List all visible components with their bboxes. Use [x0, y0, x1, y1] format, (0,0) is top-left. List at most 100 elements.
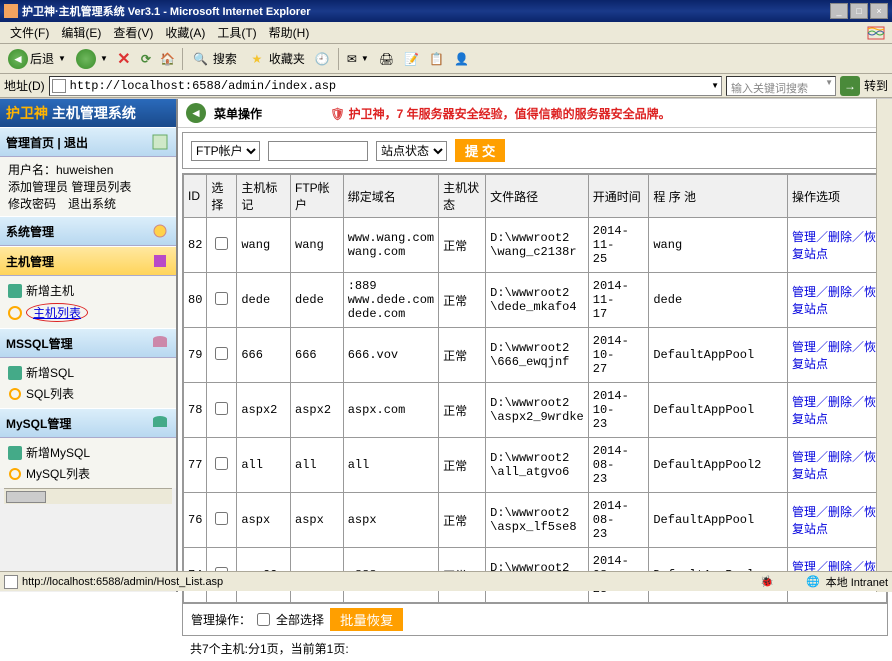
- statusbar: http://localhost:6588/admin/Host_List.as…: [0, 571, 892, 591]
- row-checkbox[interactable]: [215, 457, 228, 470]
- table-row: 78aspx2aspx2aspx.com正常D:\wwwroot2\aspx2_…: [184, 383, 887, 438]
- row-actions[interactable]: 管理／删除／恢复站点: [792, 286, 876, 317]
- list-icon: [8, 387, 22, 401]
- menu-help[interactable]: 帮助(H): [263, 22, 316, 43]
- print-button[interactable]: 🖨: [375, 50, 398, 68]
- sidebar-item-add-mysql[interactable]: 新增MySQL: [8, 442, 168, 463]
- go-label: 转到: [864, 77, 888, 94]
- table-row: 82wangwangwww.wang.comwang.com正常D:\wwwro…: [184, 218, 887, 273]
- home-button[interactable]: 🏠: [158, 49, 178, 69]
- table-header: 程 序 池: [649, 175, 788, 218]
- table-row: 79666666666.vov正常D:\wwwroot2\666_ewqjnf2…: [184, 328, 887, 383]
- keyword-search[interactable]: 输入关键词搜索▼: [726, 76, 836, 96]
- section-home-body: 用户名：huweishen 添加管理员 管理员列表 修改密码 退出系统: [0, 157, 176, 216]
- history-button[interactable]: 🕘: [311, 50, 334, 68]
- chevron-down-icon[interactable]: ▼: [711, 81, 719, 90]
- add-icon: [8, 366, 22, 380]
- menu-file[interactable]: 文件(F): [4, 22, 55, 43]
- page-icon: [4, 575, 18, 589]
- back-icon: ◄: [8, 49, 28, 69]
- batch-restore-button[interactable]: 批量恢复: [330, 608, 403, 631]
- account-type-select[interactable]: FTP帐户: [191, 141, 260, 161]
- sidebar-item-mysql-list[interactable]: MySQL列表: [8, 463, 168, 484]
- database-icon: [150, 333, 170, 353]
- addressbar: 地址(D) http://localhost:6588/admin/index.…: [0, 74, 892, 98]
- row-checkbox[interactable]: [215, 512, 228, 525]
- filter-keyword-input[interactable]: [268, 141, 368, 161]
- row-actions[interactable]: 管理／删除／恢复站点: [792, 451, 876, 482]
- toolbar: ◄ 后退 ▼ ▼ ✕ ⟳ 🏠 🔍 搜索 ★ 收藏夹 🕘 ✉▼ 🖨 📝 📋 👤: [0, 44, 892, 74]
- research-button[interactable]: 📋: [425, 50, 448, 68]
- sidebar-section-home[interactable]: 管理首页 | 退出: [0, 127, 176, 157]
- messenger-icon: 👤: [454, 52, 469, 66]
- row-checkbox[interactable]: [215, 347, 228, 360]
- go-button[interactable]: →: [840, 76, 860, 96]
- minimize-button[interactable]: _: [830, 3, 848, 19]
- address-input[interactable]: http://localhost:6588/admin/index.asp ▼: [49, 76, 722, 96]
- back-button[interactable]: ◄ 后退 ▼: [4, 47, 70, 71]
- banner-slogan: 🛡 护卫神，7 年服务器安全经验，值得信赖的服务器安全品牌。: [330, 105, 671, 122]
- menu-tools[interactable]: 工具(T): [211, 22, 262, 43]
- sidebar-item-sql-list[interactable]: SQL列表: [8, 383, 168, 404]
- page-icon: [52, 79, 66, 93]
- table-header: 文件路径: [486, 175, 589, 218]
- sidebar-section-mysql[interactable]: MySQL管理: [0, 408, 176, 438]
- submit-button[interactable]: 提 交: [455, 139, 505, 162]
- stop-button[interactable]: ✕: [114, 49, 134, 69]
- chevron-down-icon: ▼: [100, 54, 108, 63]
- refresh-button[interactable]: ⟳: [136, 49, 156, 69]
- sidebar-scrollbar[interactable]: [4, 488, 172, 504]
- table-header: 绑定域名: [343, 175, 438, 218]
- list-icon: [8, 306, 22, 320]
- row-actions[interactable]: 管理／删除／恢复站点: [792, 506, 876, 537]
- sidebar-brand-header: 护卫神 主机管理系统: [0, 99, 176, 127]
- row-actions[interactable]: 管理／删除／恢复站点: [792, 231, 876, 262]
- window-titlebar: 护卫神·主机管理系统 Ver3.1 - Microsoft Internet E…: [0, 0, 892, 22]
- forward-icon: [76, 49, 96, 69]
- row-actions[interactable]: 管理／删除／恢复站点: [792, 396, 876, 427]
- table-header: FTP帐户: [291, 175, 344, 218]
- breadcrumb-back-icon[interactable]: ◄: [186, 103, 206, 123]
- gear-icon: [150, 221, 170, 241]
- row-actions[interactable]: 管理／删除／恢复站点: [792, 341, 876, 372]
- sidebar-section-system[interactable]: 系统管理: [0, 216, 176, 246]
- site-status-select[interactable]: 站点状态: [376, 141, 447, 161]
- mail-button[interactable]: ✉▼: [343, 50, 373, 68]
- star-icon: ★: [247, 49, 267, 69]
- main-scrollbar-vertical[interactable]: [876, 99, 892, 592]
- popup-blocked-icon: 🐞: [760, 575, 774, 588]
- print-icon: 🖨: [379, 52, 394, 66]
- table-row: 80dededede:889www.dede.comdede.com正常D:\w…: [184, 273, 887, 328]
- messenger-button[interactable]: 👤: [450, 50, 473, 68]
- edit-button[interactable]: 📝: [400, 50, 423, 68]
- sidebar-section-host[interactable]: 主机管理: [0, 246, 176, 276]
- sidebar-item-host-list[interactable]: 主机列表: [8, 301, 168, 324]
- close-button[interactable]: ×: [870, 3, 888, 19]
- menu-edit[interactable]: 编辑(E): [55, 22, 107, 43]
- host-table: ID选择主机标记FTP帐户绑定域名主机状态文件路径开通时间程 序 池操作选项 8…: [183, 174, 887, 603]
- table-row: 76aspxaspxaspx正常D:\wwwroot2\aspx_lf5se82…: [184, 493, 887, 548]
- row-checkbox[interactable]: [215, 237, 228, 250]
- sidebar-item-add-sql[interactable]: 新增SQL: [8, 362, 168, 383]
- search-button[interactable]: 🔍 搜索: [187, 47, 241, 71]
- row-checkbox[interactable]: [215, 402, 228, 415]
- row-checkbox[interactable]: [215, 292, 228, 305]
- maximize-button[interactable]: □: [850, 3, 868, 19]
- add-icon: [8, 446, 22, 460]
- research-icon: 📋: [429, 52, 444, 66]
- sidebar-section-mssql[interactable]: MSSQL管理: [0, 328, 176, 358]
- sidebar-item-add-host[interactable]: 新增主机: [8, 280, 168, 301]
- url-text: http://localhost:6588/admin/index.asp: [70, 79, 705, 93]
- ie-logo-icon: [864, 23, 888, 43]
- shield-icon: 🛡: [330, 107, 345, 121]
- menu-view[interactable]: 查看(V): [107, 22, 159, 43]
- table-header: ID: [184, 175, 207, 218]
- select-all-checkbox[interactable]: [257, 613, 270, 626]
- history-icon: 🕘: [315, 52, 330, 66]
- address-label: 地址(D): [4, 77, 45, 94]
- forward-button[interactable]: ▼: [72, 47, 112, 71]
- table-header: 选择: [207, 175, 237, 218]
- table-header: 主机状态: [439, 175, 486, 218]
- menu-favorites[interactable]: 收藏(A): [159, 22, 211, 43]
- favorites-button[interactable]: ★ 收藏夹: [243, 47, 309, 71]
